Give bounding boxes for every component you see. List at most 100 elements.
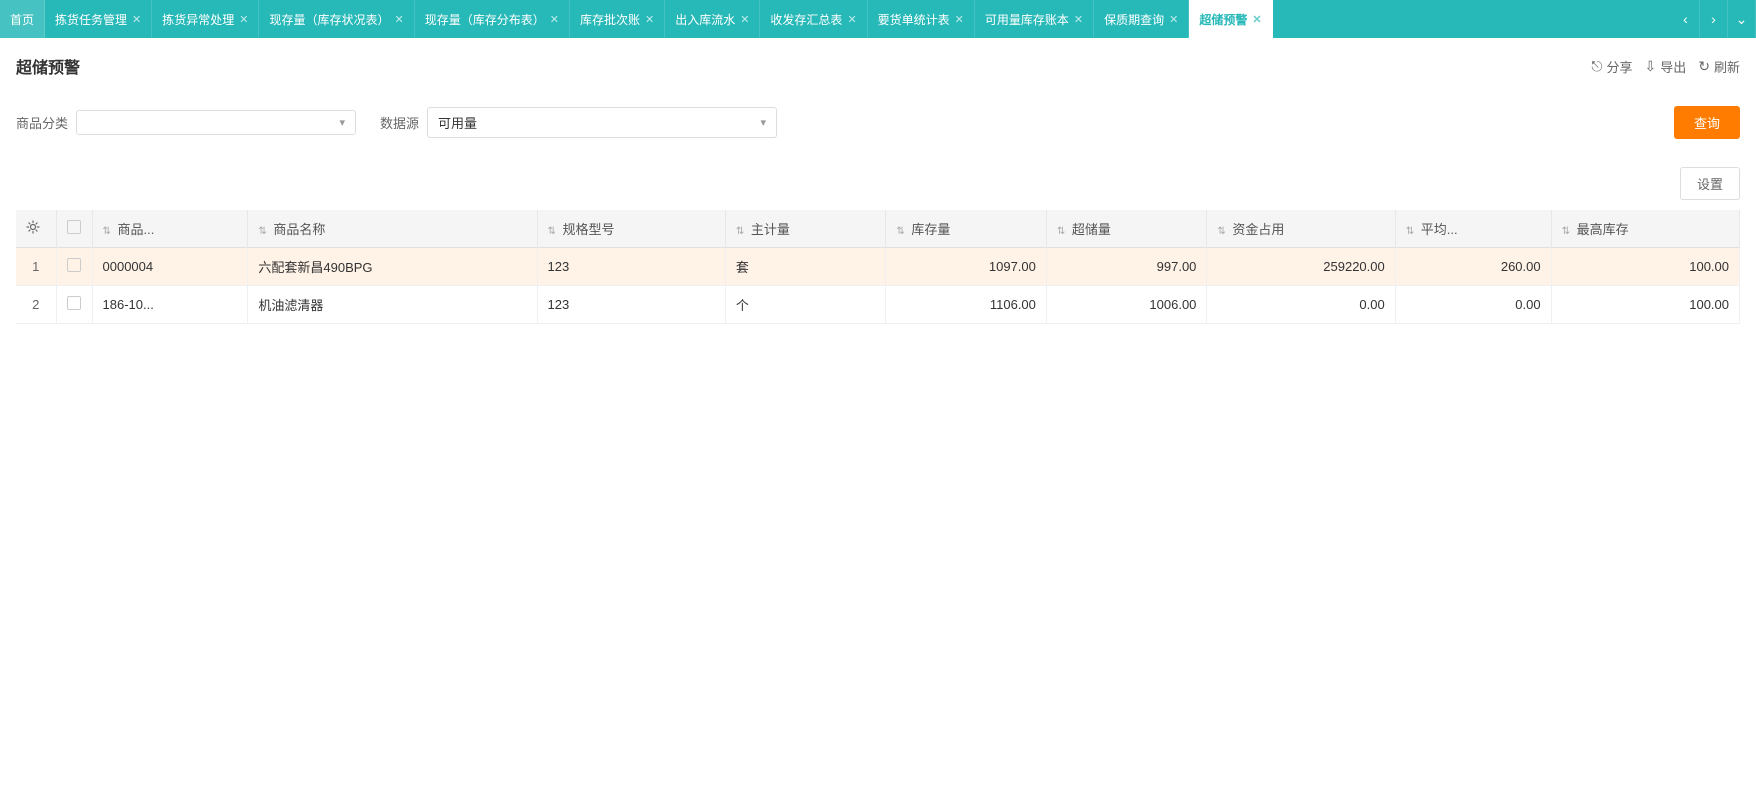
datasource-label: 数据源: [380, 113, 419, 132]
close-icon[interactable]: ✕: [1252, 13, 1261, 26]
nav-next-button[interactable]: ›: [1700, 0, 1728, 38]
capital-usage: 0.00: [1207, 286, 1395, 324]
overstock-qty: 1006.00: [1046, 286, 1207, 324]
nav-item-demand[interactable]: 要货单统计表 ✕: [868, 0, 975, 38]
category-select[interactable]: ▾: [76, 110, 356, 135]
col-stock[interactable]: ⇅ 库存量: [886, 210, 1047, 248]
product-code: 186-10...: [92, 286, 248, 324]
share-button[interactable]: ⎋ 分享: [1591, 57, 1632, 76]
product-unit: 套: [725, 248, 886, 286]
product-name: 机油滤清器: [248, 286, 537, 324]
max-stock: 100.00: [1551, 248, 1739, 286]
datasource-filter-group: 数据源 可用量 ▾: [380, 107, 777, 138]
product-unit: 个: [725, 286, 886, 324]
nav-item-summary[interactable]: 收发存汇总表 ✕: [760, 0, 867, 38]
row-number: 1: [16, 248, 56, 286]
refresh-button[interactable]: ↻ 刷新: [1698, 57, 1740, 76]
page-header: 超储预警 ⎋ 分享 ⇩ 导出 ↻ 刷新: [16, 54, 1740, 78]
column-settings-icon[interactable]: [16, 210, 56, 248]
right-buttons: 查询: [1674, 106, 1740, 139]
chevron-down-icon: ▾: [761, 116, 767, 129]
close-icon[interactable]: ✕: [847, 13, 856, 26]
page-title: 超储预警: [16, 54, 80, 78]
nav-more-button[interactable]: ⌄: [1728, 0, 1756, 38]
close-icon[interactable]: ✕: [395, 13, 404, 26]
nav-item-flow[interactable]: 出入库流水 ✕: [665, 0, 760, 38]
row-number: 2: [16, 286, 56, 324]
header-checkbox[interactable]: [67, 220, 81, 234]
nav-item-inventory-dist[interactable]: 现存量（库存分布表） ✕: [415, 0, 570, 38]
col-unit[interactable]: ⇅ 主计量: [725, 210, 886, 248]
header-checkbox-cell[interactable]: [56, 210, 92, 248]
row-checkbox[interactable]: [67, 258, 81, 272]
row-checkbox-cell[interactable]: [56, 248, 92, 286]
header-actions: ⎋ 分享 ⇩ 导出 ↻ 刷新: [1591, 57, 1740, 76]
nav-bar: 首页 拣货任务管理 ✕ 拣货异常处理 ✕ 现存量（库存状况表） ✕ 现存量（库存…: [0, 0, 1756, 38]
page-content: 超储预警 ⎋ 分享 ⇩ 导出 ↻ 刷新 商品分类 ▾ 数据源: [0, 38, 1756, 800]
category-filter-group: 商品分类 ▾: [16, 110, 356, 135]
avg-price: 260.00: [1395, 248, 1551, 286]
stock-qty: 1106.00: [886, 286, 1047, 324]
product-spec: 123: [537, 248, 725, 286]
table-header-row: ⇅ 商品... ⇅ 商品名称 ⇅ 规格型号 ⇅ 主计量 ⇅ 库存量: [16, 210, 1740, 248]
col-overstock[interactable]: ⇅ 超储量: [1046, 210, 1207, 248]
col-product-name[interactable]: ⇅ 商品名称: [248, 210, 537, 248]
nav-prev-button[interactable]: ‹: [1672, 0, 1700, 38]
col-avg[interactable]: ⇅ 平均...: [1395, 210, 1551, 248]
sort-icon: ⇅: [1406, 226, 1414, 237]
datasource-value: 可用量: [438, 113, 477, 132]
max-stock: 100.00: [1551, 286, 1739, 324]
product-spec: 123: [537, 286, 725, 324]
nav-item-overstock[interactable]: 超储预警 ✕: [1189, 0, 1272, 38]
avg-price: 0.00: [1395, 286, 1551, 324]
product-name: 六配套新昌490BPG: [248, 248, 537, 286]
sort-icon: ⇅: [896, 226, 904, 237]
export-button[interactable]: ⇩ 导出: [1645, 57, 1687, 76]
nav-item-task[interactable]: 拣货任务管理 ✕: [45, 0, 152, 38]
sort-icon: ⇅: [258, 226, 266, 237]
close-icon[interactable]: ✕: [1169, 13, 1178, 26]
datasource-select[interactable]: 可用量 ▾: [427, 107, 777, 138]
settings-row: 设置: [16, 167, 1740, 200]
close-icon[interactable]: ✕: [132, 13, 141, 26]
close-icon[interactable]: ✕: [239, 13, 248, 26]
nav-item-exception[interactable]: 拣货异常处理 ✕: [152, 0, 259, 38]
product-code: 0000004: [92, 248, 248, 286]
nav-item-home[interactable]: 首页: [0, 0, 45, 38]
sort-icon: ⇅: [736, 226, 744, 237]
nav-item-batch[interactable]: 库存批次账 ✕: [570, 0, 665, 38]
col-max-stock[interactable]: ⇅ 最高库存: [1551, 210, 1739, 248]
nav-item-available[interactable]: 可用量库存账本 ✕: [975, 0, 1094, 38]
overstock-qty: 997.00: [1046, 248, 1207, 286]
row-checkbox-cell[interactable]: [56, 286, 92, 324]
query-button[interactable]: 查询: [1674, 106, 1740, 139]
table-row: 1 0000004 六配套新昌490BPG 123 套 1097.00 997.…: [16, 248, 1740, 286]
sort-icon: ⇅: [548, 226, 556, 237]
sort-icon: ⇅: [1057, 226, 1065, 237]
col-spec[interactable]: ⇅ 规格型号: [537, 210, 725, 248]
close-icon[interactable]: ✕: [955, 13, 964, 26]
col-product-code[interactable]: ⇅ 商品...: [92, 210, 248, 248]
nav-item-expiry[interactable]: 保质期查询 ✕: [1094, 0, 1189, 38]
filter-area: 商品分类 ▾ 数据源 可用量 ▾ 查询: [16, 94, 1740, 151]
category-label: 商品分类: [16, 113, 68, 132]
close-icon[interactable]: ✕: [1074, 13, 1083, 26]
nav-arrows: ‹ › ⌄: [1672, 0, 1756, 38]
capital-usage: 259220.00: [1207, 248, 1395, 286]
settings-button[interactable]: 设置: [1680, 167, 1740, 200]
sort-icon: ⇅: [1562, 226, 1570, 237]
close-icon[interactable]: ✕: [645, 13, 654, 26]
close-icon[interactable]: ✕: [740, 13, 749, 26]
refresh-icon: ↻: [1698, 58, 1710, 75]
share-icon: ⎋: [1591, 58, 1602, 75]
chevron-down-icon: ▾: [339, 116, 345, 129]
close-icon[interactable]: ✕: [550, 13, 559, 26]
col-capital[interactable]: ⇅ 资金占用: [1207, 210, 1395, 248]
table-row: 2 186-10... 机油滤清器 123 个 1106.00 1006.00 …: [16, 286, 1740, 324]
sort-icon: ⇅: [1217, 226, 1225, 237]
nav-item-inventory-status[interactable]: 现存量（库存状况表） ✕: [259, 0, 414, 38]
sort-icon: ⇅: [103, 226, 111, 237]
export-icon: ⇩: [1645, 58, 1657, 75]
row-checkbox[interactable]: [67, 296, 81, 310]
data-table: ⇅ 商品... ⇅ 商品名称 ⇅ 规格型号 ⇅ 主计量 ⇅ 库存量: [16, 210, 1740, 324]
